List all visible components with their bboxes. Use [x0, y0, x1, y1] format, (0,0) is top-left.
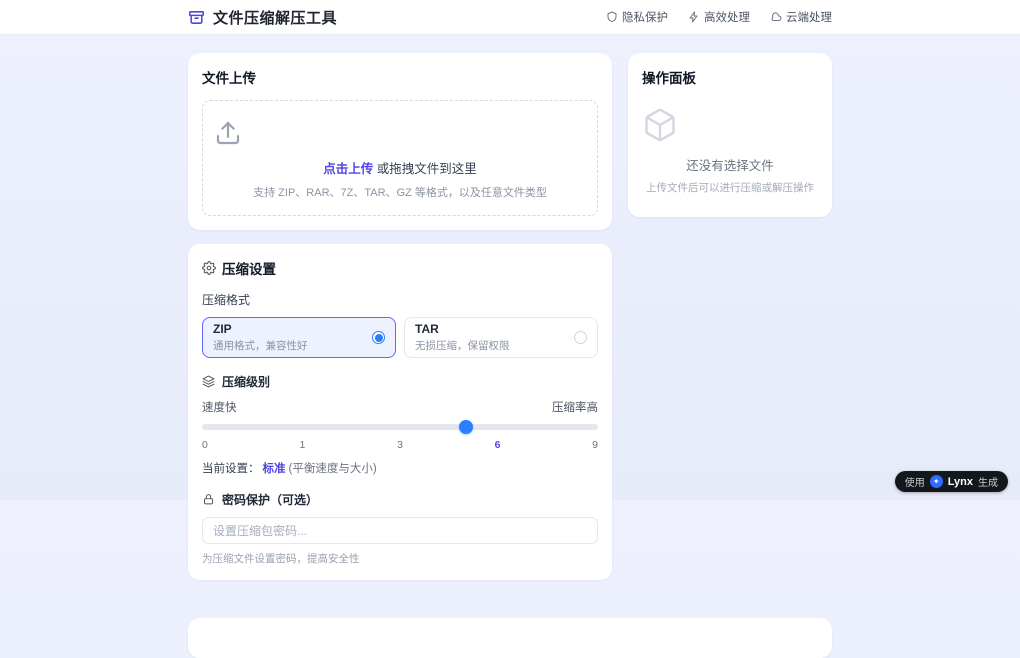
- tick-label: 9: [592, 439, 598, 451]
- format-options: ZIP 通用格式，兼容性好 TAR 无损压缩，保留权限: [202, 317, 598, 358]
- shield-icon: [606, 11, 618, 23]
- upload-card: 文件上传 点击上传 或拖拽文件到这里 支持 ZIP、RAR、7Z、TAR、GZ …: [188, 53, 612, 230]
- format-name: ZIP: [213, 322, 308, 336]
- badge-suffix: 生成: [978, 474, 998, 489]
- feature-privacy: 隐私保护: [606, 9, 668, 25]
- settings-title-text: 压缩设置: [222, 258, 276, 278]
- format-text: ZIP 通用格式，兼容性好: [213, 322, 308, 353]
- operation-panel-card: 操作面板 还没有选择文件 上传文件后可以进行压缩或解压操作: [628, 53, 832, 217]
- app-header: 文件压缩解压工具 隐私保护 高效处理: [0, 0, 1020, 35]
- bottom-card-partial: [188, 618, 832, 658]
- feature-label: 云端处理: [786, 9, 832, 25]
- format-option-tar[interactable]: TAR 无损压缩，保留权限: [404, 317, 598, 358]
- upload-icon: [213, 118, 587, 148]
- dropzone-hint: 支持 ZIP、RAR、7Z、TAR、GZ 等格式，以及任意文件类型: [213, 184, 587, 200]
- slider-handle[interactable]: [459, 420, 473, 434]
- badge-prefix: 使用: [905, 474, 925, 489]
- tick-label: 3: [397, 439, 403, 451]
- archive-logo-icon: [188, 9, 205, 26]
- settings-card: 压缩设置 压缩格式 ZIP 通用格式，兼容性好 TAR 无损压缩: [188, 244, 612, 580]
- tick-label: 0: [202, 439, 208, 451]
- layers-icon: [202, 375, 216, 389]
- header-feature-list: 隐私保护 高效处理 云端处理: [606, 9, 832, 25]
- level-endpoints: 速度快 压缩率高: [202, 399, 598, 415]
- feature-label: 隐私保护: [622, 9, 668, 25]
- current-setting-line: 当前设置：标准(平衡速度与大小): [202, 460, 598, 476]
- upload-cta-link[interactable]: 点击上传: [323, 162, 373, 176]
- upload-card-title: 文件上传: [202, 67, 598, 87]
- brand: 文件压缩解压工具: [188, 7, 337, 28]
- format-text: TAR 无损压缩，保留权限: [415, 322, 510, 353]
- slider-track[interactable]: [202, 424, 598, 430]
- tick-label-active: 6: [495, 439, 501, 451]
- feature-cloud: 云端处理: [770, 9, 832, 25]
- panel-title: 操作面板: [642, 67, 818, 87]
- package-icon: [642, 107, 818, 143]
- current-value: 标准: [263, 463, 286, 475]
- tick-label: 1: [300, 439, 306, 451]
- radio-checked-icon[interactable]: [372, 331, 385, 344]
- level-left-label: 速度快: [202, 399, 237, 415]
- password-input[interactable]: [202, 517, 598, 544]
- feature-label: 高效处理: [704, 9, 750, 25]
- format-option-zip[interactable]: ZIP 通用格式，兼容性好: [202, 317, 396, 358]
- level-section-header: 压缩级别: [202, 373, 598, 390]
- badge-brand: Lynx: [948, 476, 973, 488]
- format-desc: 无损压缩，保留权限: [415, 338, 510, 353]
- format-label: 压缩格式: [202, 291, 598, 308]
- dropzone-text-suffix: 或拖拽文件到这里: [373, 162, 476, 176]
- empty-state: 还没有选择文件 上传文件后可以进行压缩或解压操作: [642, 87, 818, 195]
- lightning-icon: [688, 11, 700, 23]
- upload-dropzone[interactable]: 点击上传 或拖拽文件到这里 支持 ZIP、RAR、7Z、TAR、GZ 等格式，以…: [202, 100, 598, 216]
- format-name: TAR: [415, 322, 510, 336]
- lynx-badge[interactable]: 使用 ✦ Lynx 生成: [895, 471, 1008, 492]
- cloud-icon: [770, 11, 782, 23]
- password-helper: 为压缩文件设置密码，提高安全性: [202, 551, 598, 566]
- level-label: 压缩级别: [222, 373, 270, 390]
- level-right-label: 压缩率高: [552, 399, 598, 415]
- feature-speed: 高效处理: [688, 9, 750, 25]
- slider-ticks: 0 1 3 6 9: [202, 439, 598, 451]
- current-desc: (平衡速度与大小): [289, 463, 377, 475]
- format-desc: 通用格式，兼容性好: [213, 338, 308, 353]
- settings-card-title: 压缩设置: [202, 258, 598, 278]
- app-title: 文件压缩解压工具: [213, 7, 337, 28]
- empty-desc: 上传文件后可以进行压缩或解压操作: [642, 180, 818, 195]
- dropzone-text: 点击上传 或拖拽文件到这里: [213, 158, 587, 177]
- gear-icon: [202, 261, 216, 275]
- main-content: 文件上传 点击上传 或拖拽文件到这里 支持 ZIP、RAR、7Z、TAR、GZ …: [188, 35, 832, 658]
- compression-level-slider[interactable]: [202, 420, 598, 434]
- radio-unchecked-icon[interactable]: [574, 331, 587, 344]
- lynx-logo-icon: ✦: [930, 475, 943, 488]
- empty-title: 还没有选择文件: [642, 155, 818, 174]
- current-prefix: 当前设置：: [202, 463, 260, 475]
